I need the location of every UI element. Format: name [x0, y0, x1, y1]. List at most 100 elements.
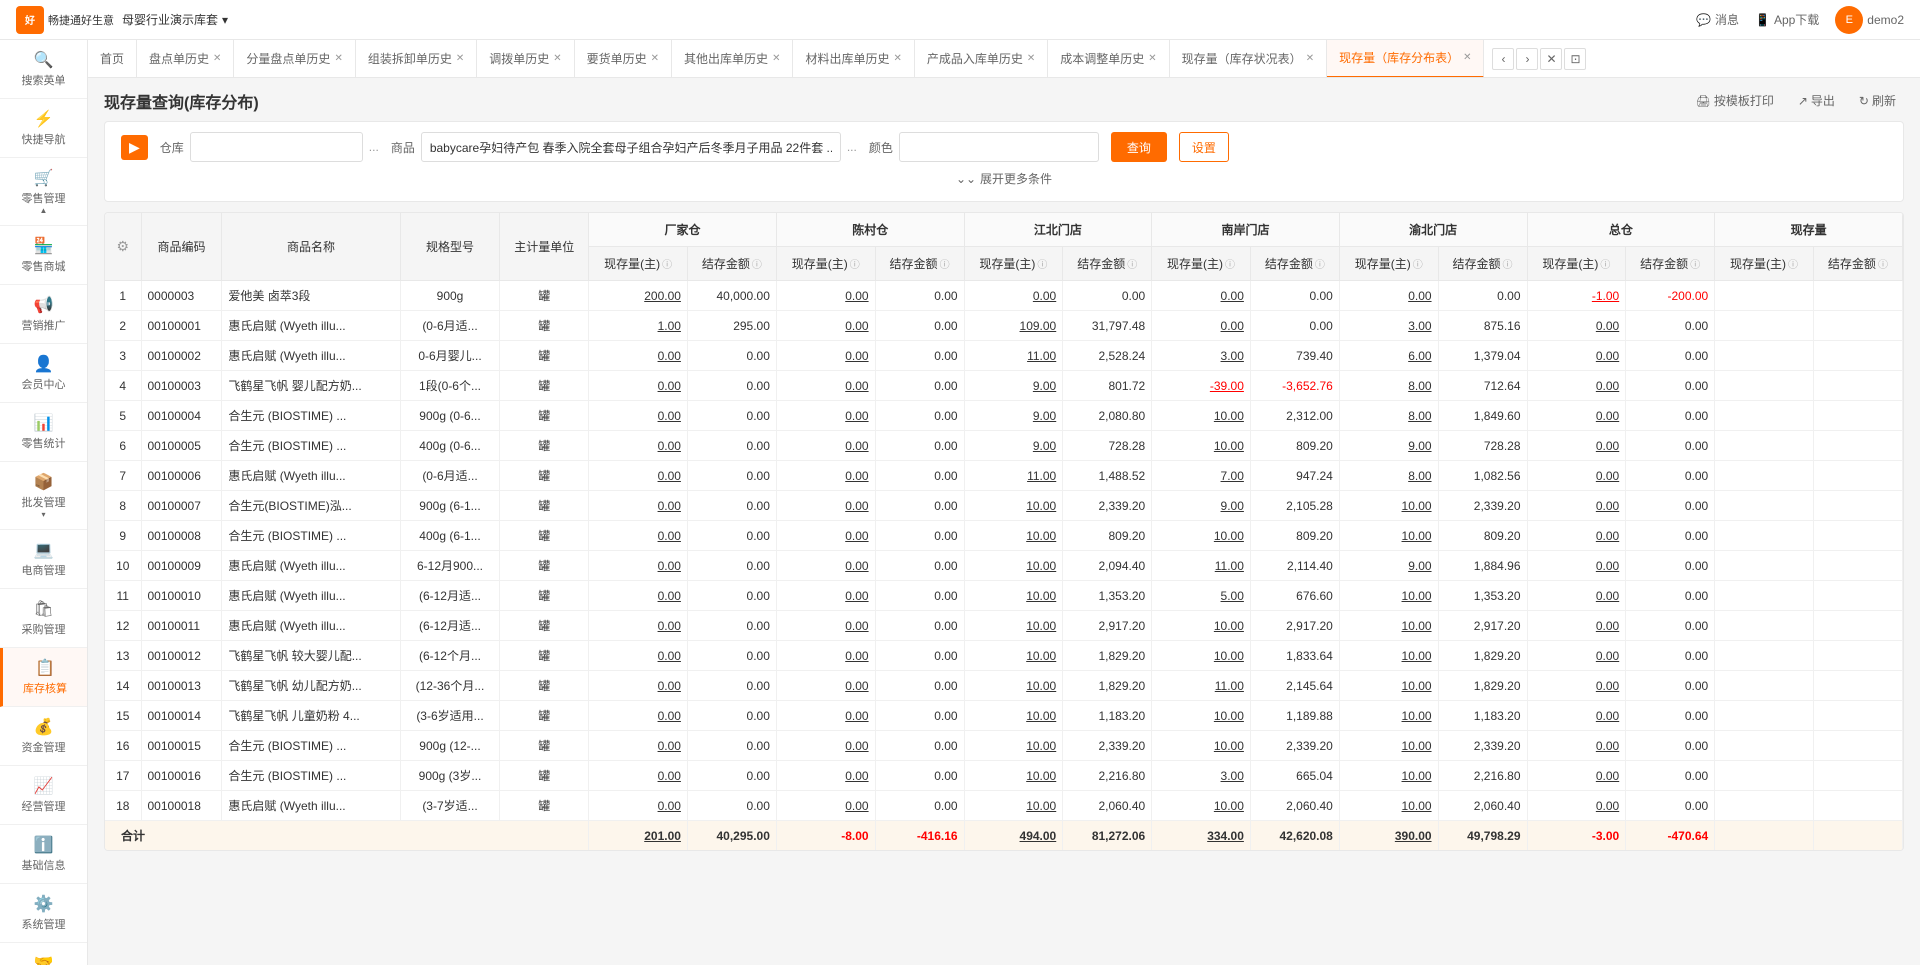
cell-j-stock[interactable]: 10.00: [964, 641, 1063, 671]
tab-10-close[interactable]: ✕: [1306, 53, 1314, 64]
cell-j-stock[interactable]: 9.00: [964, 431, 1063, 461]
app-download-btn[interactable]: 📱 App下载: [1755, 11, 1819, 28]
cell-n-stock[interactable]: 11.00: [1152, 671, 1251, 701]
tab-3[interactable]: 组装拆卸单历史 ✕: [356, 40, 477, 78]
cell-y-stock[interactable]: 9.00: [1339, 431, 1438, 461]
tab-1-close[interactable]: ✕: [213, 53, 221, 64]
warehouse-input[interactable]: [190, 132, 363, 162]
cell-t-stock[interactable]: 0.00: [1527, 401, 1626, 431]
cell-t-stock[interactable]: -1.00: [1527, 281, 1626, 311]
cell-j-stock[interactable]: 10.00: [964, 701, 1063, 731]
tab-5-close[interactable]: ✕: [651, 53, 659, 64]
cell-n-stock[interactable]: 3.00: [1152, 341, 1251, 371]
cell-n-stock[interactable]: 5.00: [1152, 581, 1251, 611]
tab-9-close[interactable]: ✕: [1148, 53, 1156, 64]
sidebar-item-search[interactable]: 🔍 搜索英单: [0, 40, 87, 99]
sidebar-item-member[interactable]: 👤 会员中心: [0, 344, 87, 403]
cell-j-stock[interactable]: 10.00: [964, 581, 1063, 611]
tab-9[interactable]: 成本调整单历史 ✕: [1048, 40, 1169, 78]
cell-y-stock[interactable]: 8.00: [1339, 461, 1438, 491]
cell-t-stock[interactable]: 0.00: [1527, 521, 1626, 551]
cell-c-stock[interactable]: 0.00: [776, 551, 875, 581]
sidebar-item-stats[interactable]: 📊 零售统计: [0, 403, 87, 462]
cell-t-stock[interactable]: 0.00: [1527, 671, 1626, 701]
cell-t-stock[interactable]: 0.00: [1527, 641, 1626, 671]
cell-n-stock[interactable]: 10.00: [1152, 521, 1251, 551]
cell-y-stock[interactable]: 10.00: [1339, 671, 1438, 701]
cell-f-stock[interactable]: 0.00: [589, 701, 688, 731]
cell-f-stock[interactable]: 0.00: [589, 611, 688, 641]
cell-f-stock[interactable]: 0.00: [589, 551, 688, 581]
cell-y-stock[interactable]: 10.00: [1339, 491, 1438, 521]
settings-icon[interactable]: ⚙: [116, 238, 129, 254]
cell-n-stock[interactable]: 10.00: [1152, 611, 1251, 641]
cell-t-stock[interactable]: 0.00: [1527, 611, 1626, 641]
sidebar-item-inventory[interactable]: 📋 库存核算: [0, 648, 87, 707]
cell-n-stock[interactable]: 10.00: [1152, 731, 1251, 761]
cell-c-stock[interactable]: 0.00: [776, 371, 875, 401]
cell-c-stock[interactable]: 0.00: [776, 521, 875, 551]
cell-c-stock[interactable]: 0.00: [776, 281, 875, 311]
cell-y-stock[interactable]: 10.00: [1339, 761, 1438, 791]
sidebar-item-purchase[interactable]: 🛍 采购管理: [0, 589, 87, 648]
cell-t-stock[interactable]: 0.00: [1527, 551, 1626, 581]
cell-y-stock[interactable]: 3.00: [1339, 311, 1438, 341]
tab-11[interactable]: 现存量（库存分布表） ✕: [1327, 40, 1484, 78]
cell-f-stock[interactable]: 200.00: [589, 281, 688, 311]
tab-4-close[interactable]: ✕: [553, 53, 561, 64]
cell-y-stock[interactable]: 10.00: [1339, 521, 1438, 551]
sidebar-item-operations[interactable]: 📈 经营管理: [0, 766, 87, 825]
footer-f-stock[interactable]: 201.00: [589, 821, 688, 851]
cell-n-stock[interactable]: 0.00: [1152, 281, 1251, 311]
cell-t-stock[interactable]: 0.00: [1527, 341, 1626, 371]
cell-t-stock[interactable]: 0.00: [1527, 761, 1626, 791]
cell-f-stock[interactable]: 0.00: [589, 371, 688, 401]
cell-j-stock[interactable]: 11.00: [964, 461, 1063, 491]
messages-btn[interactable]: 💬 消息: [1696, 11, 1739, 28]
cell-j-stock[interactable]: 10.00: [964, 671, 1063, 701]
user-btn[interactable]: E demo2: [1835, 6, 1904, 34]
cell-n-stock[interactable]: 3.00: [1152, 761, 1251, 791]
cell-c-stock[interactable]: 0.00: [776, 341, 875, 371]
cell-t-stock[interactable]: 0.00: [1527, 431, 1626, 461]
cell-y-stock[interactable]: 8.00: [1339, 371, 1438, 401]
tab-4[interactable]: 调拨单历史 ✕: [477, 40, 574, 78]
tab-close-all-btn[interactable]: ✕: [1540, 48, 1562, 70]
cell-j-stock[interactable]: 10.00: [964, 791, 1063, 821]
cell-n-stock[interactable]: 10.00: [1152, 701, 1251, 731]
cell-j-stock[interactable]: 10.00: [964, 761, 1063, 791]
cell-n-stock[interactable]: 9.00: [1152, 491, 1251, 521]
cell-c-stock[interactable]: 0.00: [776, 701, 875, 731]
cell-n-stock[interactable]: 10.00: [1152, 641, 1251, 671]
cell-f-stock[interactable]: 1.00: [589, 311, 688, 341]
cell-j-stock[interactable]: 0.00: [964, 281, 1063, 311]
cell-c-stock[interactable]: 0.00: [776, 671, 875, 701]
sidebar-item-collab[interactable]: 🤝 企业协同: [0, 943, 87, 965]
color-input[interactable]: [899, 132, 1099, 162]
warehouse-dots[interactable]: ...: [369, 140, 379, 154]
cell-y-stock[interactable]: 10.00: [1339, 701, 1438, 731]
cell-j-stock[interactable]: 11.00: [964, 341, 1063, 371]
sidebar-item-ecom[interactable]: 💻 电商管理: [0, 530, 87, 589]
cell-f-stock[interactable]: 0.00: [589, 791, 688, 821]
cell-f-stock[interactable]: 0.00: [589, 401, 688, 431]
cell-f-stock[interactable]: 0.00: [589, 581, 688, 611]
cell-t-stock[interactable]: 0.00: [1527, 461, 1626, 491]
cell-f-stock[interactable]: 0.00: [589, 761, 688, 791]
tab-10[interactable]: 现存量（库存状况表） ✕: [1170, 40, 1327, 78]
cell-n-stock[interactable]: 10.00: [1152, 401, 1251, 431]
cell-n-stock[interactable]: -39.00: [1152, 371, 1251, 401]
tab-prev-btn[interactable]: ‹: [1492, 48, 1514, 70]
cell-y-stock[interactable]: 10.00: [1339, 731, 1438, 761]
cell-t-stock[interactable]: 0.00: [1527, 791, 1626, 821]
cell-f-stock[interactable]: 0.00: [589, 461, 688, 491]
print-btn[interactable]: 🖨 按模板打印: [1688, 88, 1782, 113]
tab-7[interactable]: 材料出库单历史 ✕: [793, 40, 914, 78]
tab-5[interactable]: 要货单历史 ✕: [575, 40, 672, 78]
cell-f-stock[interactable]: 0.00: [589, 491, 688, 521]
company-select[interactable]: 母婴行业演示库套 ▾: [122, 11, 228, 28]
cell-f-stock[interactable]: 0.00: [589, 521, 688, 551]
cell-c-stock[interactable]: 0.00: [776, 401, 875, 431]
cell-f-stock[interactable]: 0.00: [589, 671, 688, 701]
tab-next-btn[interactable]: ›: [1516, 48, 1538, 70]
